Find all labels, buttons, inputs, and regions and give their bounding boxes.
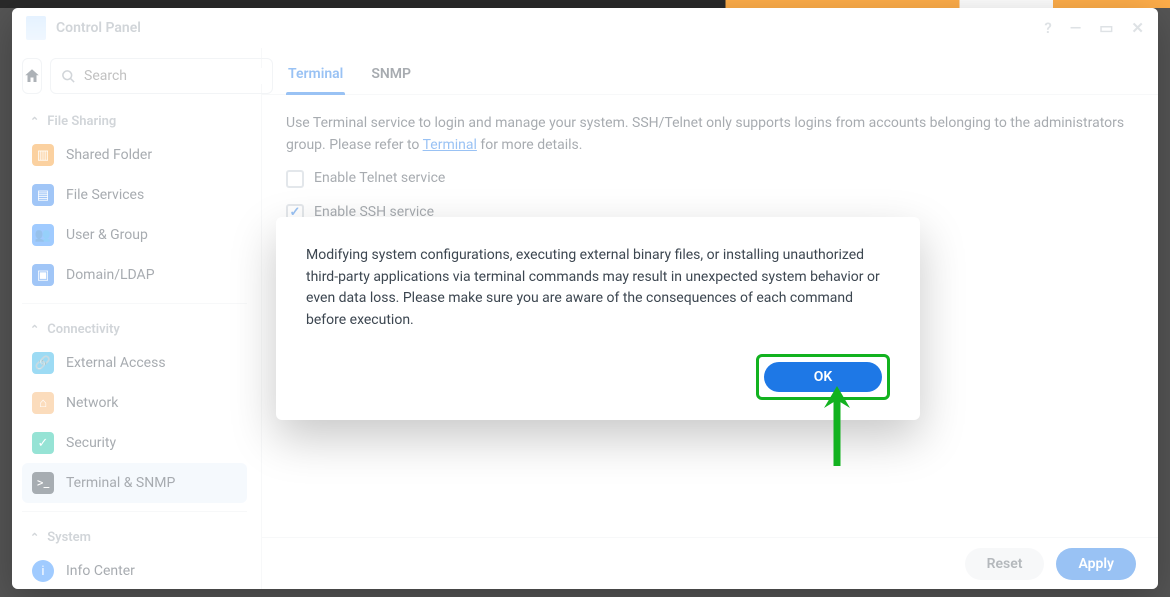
annotation-arrow	[822, 386, 852, 472]
control-panel-window: Control Panel ? — ▭ ✕ ⌃File Sharing ▥Sha…	[12, 8, 1158, 589]
dialog-text: Modifying system configurations, executi…	[306, 245, 890, 332]
wallpaper-strip	[0, 0, 1170, 8]
